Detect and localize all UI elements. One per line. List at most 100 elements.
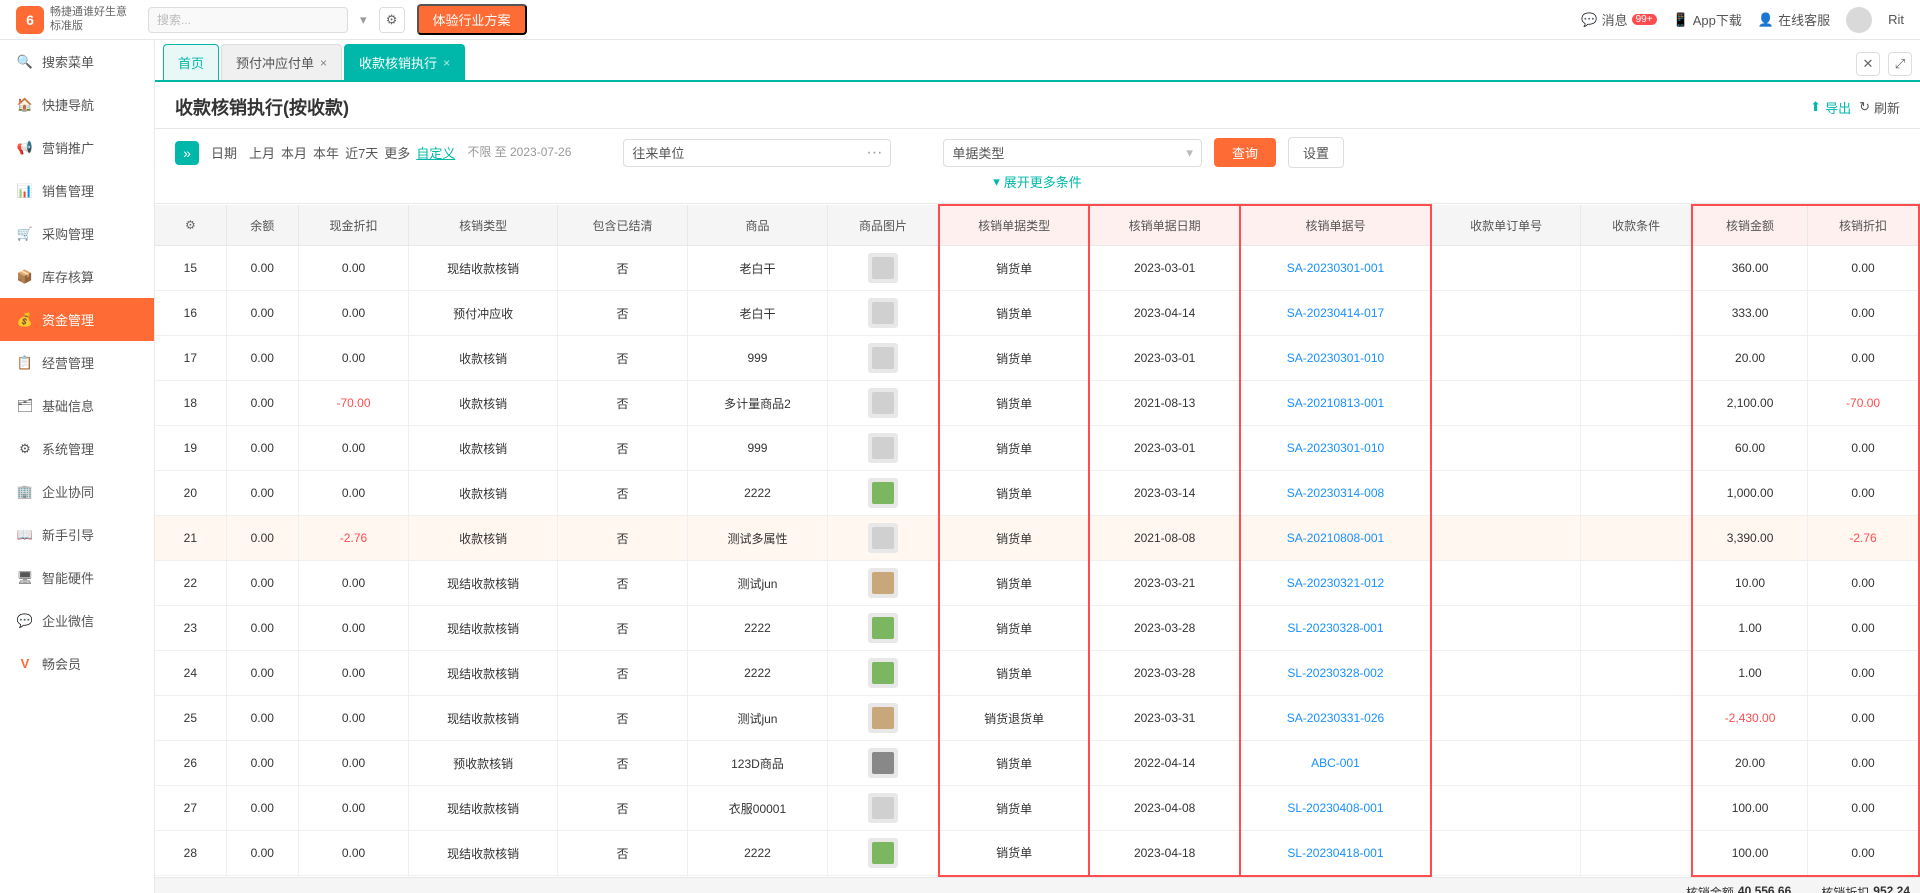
voucher-no-link[interactable]: SA-20230301-001 [1287, 261, 1384, 275]
tab-receipt-close[interactable]: × [443, 56, 450, 70]
close-window-button[interactable]: ✕ [1856, 52, 1880, 76]
solution-button[interactable]: 体验行业方案 [417, 4, 527, 35]
cell-type: 收款核销 [409, 516, 558, 561]
cell-cash-discount: 0.00 [298, 246, 408, 291]
voucher-no-link[interactable]: SA-20210813-001 [1287, 396, 1384, 410]
cell-included: 否 [558, 786, 688, 831]
expand-more-conditions[interactable]: ▾ 展开更多条件 [175, 168, 1900, 195]
sidebar-item-corp[interactable]: 🏢 企业协同 [0, 470, 154, 513]
sidebar-item-marketing[interactable]: 📢 营销推广 [0, 126, 154, 169]
cell-discount: 0.00 [1808, 246, 1919, 291]
date-more[interactable]: 更多 [384, 143, 410, 162]
data-table-container[interactable]: ⚙ 余额 现金折扣 核销类型 包含已结清 商品 商品图片 核销单据类型 核销单据… [155, 204, 1920, 893]
cell-included: 否 [558, 336, 688, 381]
voucher-no-link[interactable]: SA-20230414-017 [1287, 306, 1384, 320]
tab-prepay[interactable]: 预付冲应付单 × [221, 44, 342, 80]
sidebar-item-purchase[interactable]: 🛒 采购管理 [0, 212, 154, 255]
filter-expand-arrow[interactable]: » [175, 141, 199, 165]
tab-home[interactable]: 首页 [163, 44, 219, 80]
date-this-month[interactable]: 本月 [281, 143, 307, 162]
voucher-type-input[interactable] [1010, 145, 1186, 160]
date-custom[interactable]: 自定义 [416, 143, 455, 162]
th-settings[interactable]: ⚙ [155, 205, 226, 246]
sidebar-item-finance[interactable]: 💰 资金管理 [0, 298, 154, 341]
export-button[interactable]: ⬆ 导出 [1810, 98, 1851, 117]
main-layout: 🔍 搜索菜单 🏠 快捷导航 📢 营销推广 📊 销售管理 🛒 采购管理 📦 库存核… [0, 40, 1920, 893]
voucher-no-link[interactable]: SL-20230408-001 [1287, 801, 1383, 815]
cell-type: 收款核销 [409, 426, 558, 471]
sidebar-item-hardware[interactable]: 🖥 智能硬件 [0, 556, 154, 599]
voucher-no-link[interactable]: SA-20230314-008 [1287, 486, 1384, 500]
cell-amount: 10.00 [1692, 561, 1808, 606]
app-download-button[interactable]: 📱 App下载 [1673, 10, 1742, 29]
voucher-no-link[interactable]: SA-20210808-001 [1287, 531, 1384, 545]
message-button[interactable]: 💬 消息 99+ [1581, 10, 1656, 29]
tab-receipt[interactable]: 收款核销执行 × [344, 44, 465, 80]
cell-cash-discount: -2.76 [298, 516, 408, 561]
date-options: 上月 本月 本年 近7天 更多 自定义 [249, 143, 455, 162]
cell-voucher-no: SL-20230418-001 [1240, 831, 1431, 876]
sidebar-item-search[interactable]: 🔍 搜索菜单 [0, 40, 154, 83]
voucher-no-link[interactable]: SL-20230328-002 [1287, 666, 1383, 680]
cell-product-img [828, 471, 939, 516]
sidebar-item-nav[interactable]: 🏠 快捷导航 [0, 83, 154, 126]
expand-window-button[interactable]: ⤢ [1888, 52, 1912, 76]
refresh-icon: ↻ [1859, 99, 1870, 115]
th-balance: 余额 [226, 205, 298, 246]
sidebar-item-ops[interactable]: 📋 经营管理 [0, 341, 154, 384]
cell-id: 18 [155, 381, 226, 426]
sidebar-item-guide[interactable]: 📖 新手引导 [0, 513, 154, 556]
tab-prepay-close[interactable]: × [320, 56, 327, 70]
sidebar-item-label: 企业协同 [42, 482, 94, 501]
sidebar-item-wechat[interactable]: 💬 企业微信 [0, 599, 154, 642]
cell-condition [1581, 471, 1692, 516]
cell-id: 27 [155, 786, 226, 831]
sidebar-item-label: 企业微信 [42, 611, 94, 630]
page-header: 收款核销执行(按收款) ⬆ 导出 ↻ 刷新 [155, 82, 1920, 129]
sidebar-item-base[interactable]: 🗂 基础信息 [0, 384, 154, 427]
avatar[interactable] [1846, 7, 1872, 33]
partner-dots[interactable]: ··· [866, 144, 882, 162]
search-button[interactable]: 查询 [1214, 138, 1276, 167]
cell-product-img [828, 336, 939, 381]
date-7days[interactable]: 近7天 [345, 143, 378, 162]
cell-product-img [828, 381, 939, 426]
refresh-button[interactable]: ↻ 刷新 [1859, 98, 1900, 117]
voucher-no-link[interactable]: SA-20230321-012 [1287, 576, 1384, 590]
th-discount: 核销折扣 [1808, 205, 1919, 246]
voucher-no-link[interactable]: SL-20230418-001 [1287, 846, 1383, 860]
sidebar-item-inventory[interactable]: 📦 库存核算 [0, 255, 154, 298]
cell-cash-discount: 0.00 [298, 291, 408, 336]
cell-discount: 0.00 [1808, 606, 1919, 651]
cell-voucher-no: SL-20230408-001 [1240, 786, 1431, 831]
settings-button[interactable]: 设置 [1288, 137, 1344, 168]
sidebar-item-member[interactable]: V 畅会员 [0, 642, 154, 685]
sidebar-item-label: 经营管理 [42, 353, 94, 372]
date-this-year[interactable]: 本年 [313, 143, 339, 162]
voucher-no-link[interactable]: SA-20230301-010 [1287, 351, 1384, 365]
voucher-no-link[interactable]: SL-20230328-001 [1287, 621, 1383, 635]
gear-icon[interactable]: ⚙ [379, 7, 405, 33]
cell-condition [1581, 426, 1692, 471]
global-search[interactable]: 搜索... [148, 7, 348, 33]
sidebar-item-system[interactable]: ⚙ 系统管理 [0, 427, 154, 470]
voucher-no-link[interactable]: ABC-001 [1311, 756, 1360, 770]
chevron-down-icon[interactable]: ▾ [360, 12, 367, 28]
table-row: 23 0.00 0.00 现结收款核销 否 2222 销货单 2023-03-2… [155, 606, 1919, 651]
online-service-button[interactable]: 👤 在线客服 [1758, 10, 1830, 29]
cell-voucher-date: 2022-04-14 [1089, 741, 1239, 786]
th-voucher-no: 核销单据号 [1240, 205, 1431, 246]
voucher-no-link[interactable]: SA-20230331-026 [1287, 711, 1384, 725]
tab-receipt-label: 收款核销执行 [359, 53, 437, 72]
date-last-month[interactable]: 上月 [249, 143, 275, 162]
partner-input[interactable] [690, 145, 866, 160]
main-content: 首页 预付冲应付单 × 收款核销执行 × ✕ ⤢ 收款核销执行(按收款) [155, 40, 1920, 893]
sidebar-item-label: 采购管理 [42, 224, 94, 243]
sidebar-item-sales[interactable]: 📊 销售管理 [0, 169, 154, 212]
cell-balance: 0.00 [226, 831, 298, 876]
table-row: 25 0.00 0.00 现结收款核销 否 测试jun 销货退货单 2023-0… [155, 696, 1919, 741]
guide-icon: 📖 [16, 526, 34, 544]
voucher-no-link[interactable]: SA-20230301-010 [1287, 441, 1384, 455]
user-name: Rit [1888, 12, 1904, 27]
tab-home-label: 首页 [178, 53, 204, 72]
